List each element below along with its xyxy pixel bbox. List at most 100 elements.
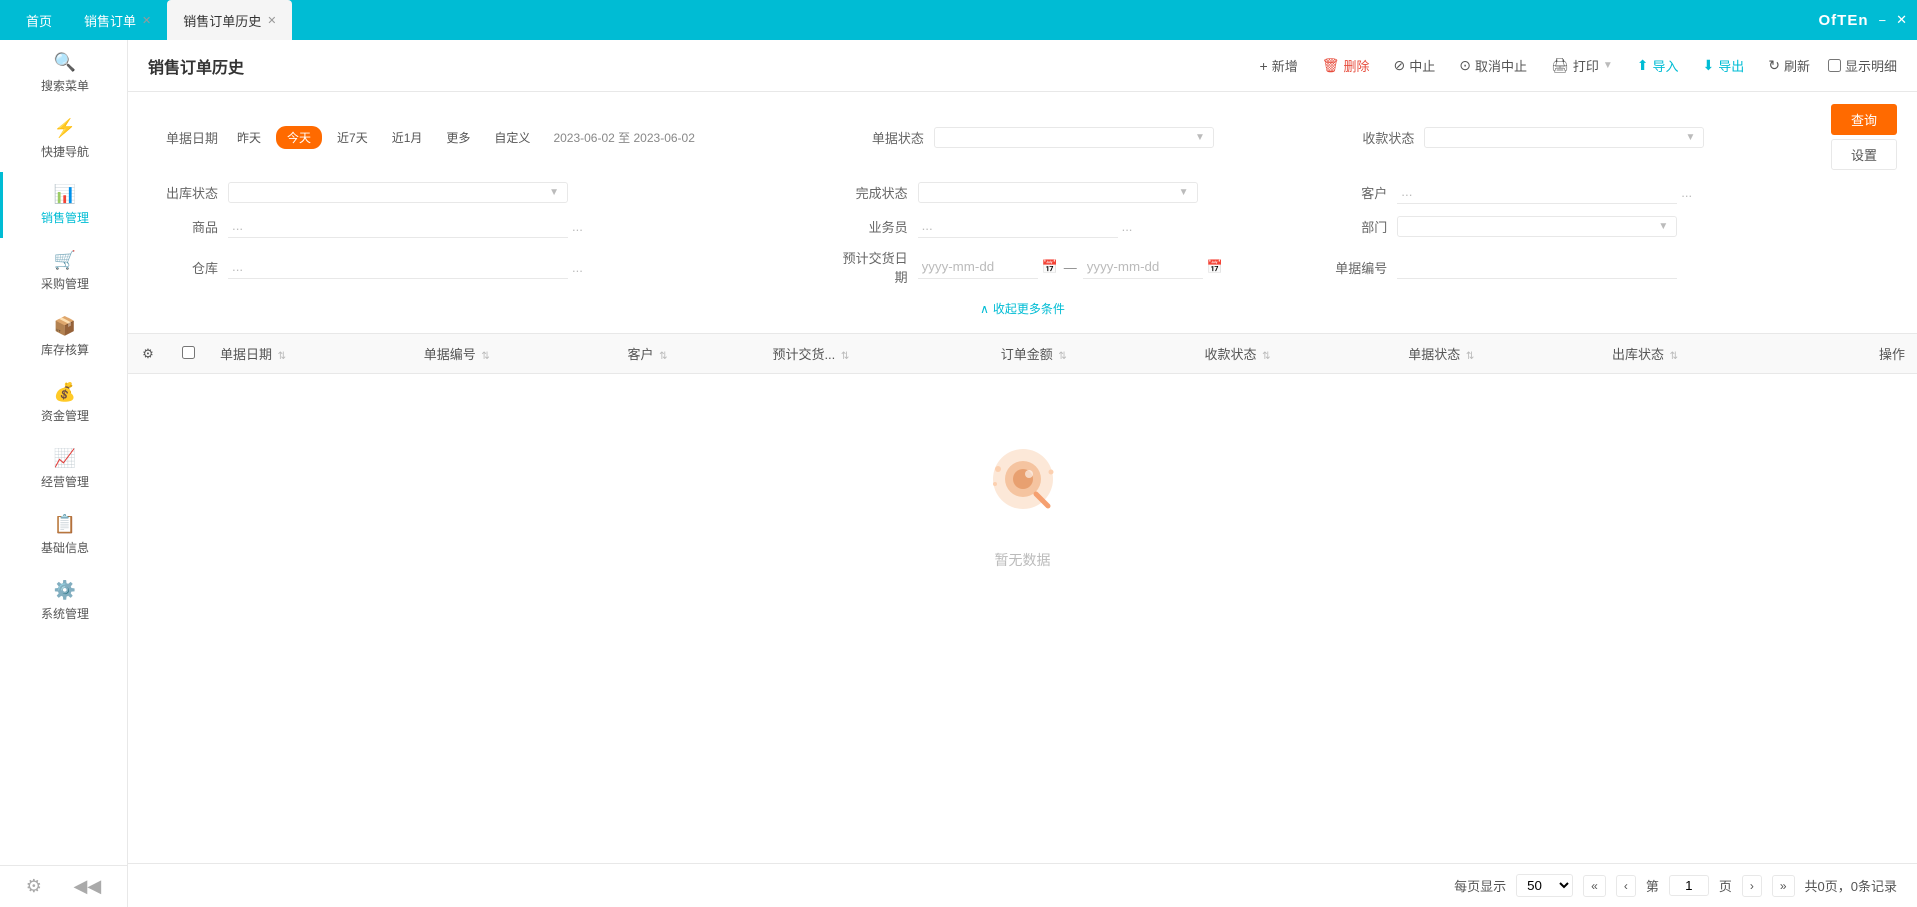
cancel-stop-btn[interactable]: ⊙ 取消中止 [1453, 52, 1533, 79]
customer-ellipsis-icon[interactable]: ... [1677, 185, 1696, 200]
display-dense-toggle[interactable]: 显示明细 [1828, 56, 1897, 75]
order-no-input[interactable] [1397, 255, 1677, 279]
import-icon: ⬆ [1637, 57, 1649, 74]
sidebar-item-quick-nav[interactable]: ⚡ 快捷导航 [0, 106, 127, 172]
new-btn[interactable]: + 新增 [1254, 52, 1304, 79]
th-customer-sort-icon[interactable]: ⇅ [659, 351, 667, 362]
yesterday-btn[interactable]: 昨天 [228, 126, 270, 149]
th-delivery-date: 预计交货... ⇅ [760, 334, 988, 374]
custom-btn[interactable]: 自定义 [485, 126, 539, 149]
more-btn[interactable]: 更多 [437, 126, 479, 149]
settings-gear-icon[interactable]: ⚙ [26, 876, 42, 897]
export-btn[interactable]: ⬇ 导出 [1696, 52, 1750, 79]
jump-label: 第 [1646, 876, 1659, 895]
sidebar-item-finance[interactable]: 💰 资金管理 [0, 370, 127, 436]
sidebar-item-basic-info[interactable]: 📋 基础信息 [0, 502, 127, 568]
page-input[interactable] [1669, 875, 1709, 896]
th-date-sort-icon[interactable]: ⇅ [278, 351, 286, 362]
settings-button[interactable]: 设置 [1831, 139, 1897, 170]
total-text: 共0页，0条记录 [1805, 876, 1897, 895]
tab-sales-order-history[interactable]: 销售订单历史 ✕ [167, 0, 292, 40]
select-all-checkbox[interactable] [182, 346, 195, 359]
cancel-stop-label: 取消中止 [1475, 56, 1527, 75]
th-delivery-date-sort-icon[interactable]: ⇅ [841, 351, 849, 362]
receipt-status-arrow-icon: ▼ [1686, 132, 1696, 143]
last-page-btn[interactable]: » [1772, 875, 1795, 897]
first-page-btn[interactable]: « [1583, 875, 1606, 897]
sidebar-item-sales-mgmt[interactable]: 📊 销售管理 [0, 172, 127, 238]
tab-home[interactable]: 首页 [10, 0, 68, 40]
print-btn[interactable]: 🖨 打印 ▼ [1545, 52, 1619, 79]
sidebar-item-finance-label: 资金管理 [41, 407, 89, 424]
th-order-no-sort-icon[interactable]: ⇅ [481, 351, 489, 362]
product-input[interactable] [228, 214, 568, 238]
date-label: 单据日期 [148, 128, 228, 147]
table-area: ⚙ 单据日期 ⇅ 单据编号 ⇅ [128, 334, 1917, 863]
calendar-from-icon[interactable]: 📅 [1042, 259, 1058, 275]
th-order-status-sort-icon[interactable]: ⇅ [1466, 351, 1474, 362]
th-receipt-status-sort-icon[interactable]: ⇅ [1262, 351, 1270, 362]
top-bar: 首页 销售订单 ✕ 销售订单历史 ✕ OfTEn − ✕ [0, 0, 1917, 40]
print-icon: 🖨 [1551, 57, 1569, 74]
sidebar-item-operations[interactable]: 📈 经营管理 [0, 436, 127, 502]
last1month-btn[interactable]: 近1月 [383, 126, 432, 149]
filter-col-department: 部门 ▼ [1317, 216, 1777, 237]
delivery-date-to-input[interactable] [1083, 255, 1203, 279]
th-order-status-label: 单据状态 [1408, 347, 1460, 362]
basic-info-icon: 📋 [54, 514, 76, 535]
volume-icon[interactable]: ◀◀ [74, 876, 102, 897]
prev-page-btn[interactable]: ‹ [1616, 875, 1636, 897]
last7days-btn[interactable]: 近7天 [328, 126, 377, 149]
completion-status-arrow-icon: ▼ [1179, 187, 1189, 198]
tab-sales-order[interactable]: 销售订单 ✕ [68, 0, 167, 40]
print-arrow-icon: ▼ [1603, 60, 1613, 71]
filter-col-completion: 完成状态 ▼ [838, 182, 1298, 203]
sidebar-item-search-menu[interactable]: 🔍 搜索菜单 [0, 40, 127, 106]
outbound-status-arrow-icon: ▼ [549, 187, 559, 198]
th-amount-sort-icon[interactable]: ⇅ [1058, 351, 1066, 362]
th-settings[interactable]: ⚙ [128, 334, 168, 374]
th-outbound-status-sort-icon[interactable]: ⇅ [1670, 351, 1678, 362]
today-btn[interactable]: 今天 [276, 126, 322, 149]
warehouse-input[interactable] [228, 255, 568, 279]
department-arrow-icon: ▼ [1658, 221, 1668, 232]
th-checkbox[interactable] [168, 334, 208, 374]
next-page-btn[interactable]: › [1742, 875, 1762, 897]
tab-sales-order-label: 销售订单 [84, 11, 136, 30]
th-receipt-status: 收款状态 ⇅ [1192, 334, 1396, 374]
salesperson-ellipsis-icon[interactable]: ... [1118, 219, 1137, 234]
completion-status-select[interactable]: ▼ [918, 182, 1198, 203]
refresh-btn[interactable]: ↻ 刷新 [1762, 52, 1816, 79]
tab-sales-order-close[interactable]: ✕ [142, 14, 151, 27]
export-icon: ⬇ [1702, 57, 1714, 74]
receipt-status-select[interactable]: ▼ [1424, 127, 1704, 148]
customer-input[interactable] [1397, 180, 1677, 204]
salesperson-input[interactable] [918, 214, 1118, 238]
sidebar-item-purchase-mgmt[interactable]: 🛒 采购管理 [0, 238, 127, 304]
import-label: 导入 [1652, 56, 1678, 75]
warehouse-ellipsis-icon[interactable]: ... [568, 260, 587, 275]
table-settings-icon[interactable]: ⚙ [142, 346, 154, 361]
sidebar-item-inventory[interactable]: 📦 库存核算 [0, 304, 127, 370]
order-status-select[interactable]: ▼ [934, 127, 1214, 148]
product-ellipsis-icon[interactable]: ... [568, 219, 587, 234]
minimize-icon[interactable]: − [1879, 13, 1887, 28]
sidebar-item-sys-mgmt[interactable]: ⚙️ 系统管理 [0, 568, 127, 634]
import-btn[interactable]: ⬆ 导入 [1631, 52, 1685, 79]
page-header: 销售订单历史 + 新增 🗑 删除 ⊘ 中止 ⊙ 取消中止 [128, 40, 1917, 92]
collapse-btn[interactable]: ∧ 收起更多条件 [148, 296, 1897, 321]
delivery-date-from-input[interactable] [918, 255, 1038, 279]
calendar-to-icon[interactable]: 📅 [1207, 259, 1223, 275]
query-button[interactable]: 查询 [1831, 104, 1897, 135]
delete-btn[interactable]: 🗑 删除 [1316, 52, 1376, 79]
display-dense-checkbox[interactable] [1828, 59, 1841, 72]
tab-sales-order-history-label: 销售订单历史 [183, 11, 261, 30]
department-select[interactable]: ▼ [1397, 216, 1677, 237]
th-delivery-date-label: 预计交货... [772, 347, 835, 362]
stop-btn[interactable]: ⊘ 中止 [1388, 52, 1442, 79]
close-icon[interactable]: ✕ [1896, 12, 1907, 28]
page-size-label: 每页显示 [1454, 876, 1506, 895]
outbound-status-select[interactable]: ▼ [228, 182, 568, 203]
tab-sales-order-history-close[interactable]: ✕ [267, 14, 276, 27]
page-size-select[interactable]: 50 10 20 100 [1516, 874, 1573, 897]
